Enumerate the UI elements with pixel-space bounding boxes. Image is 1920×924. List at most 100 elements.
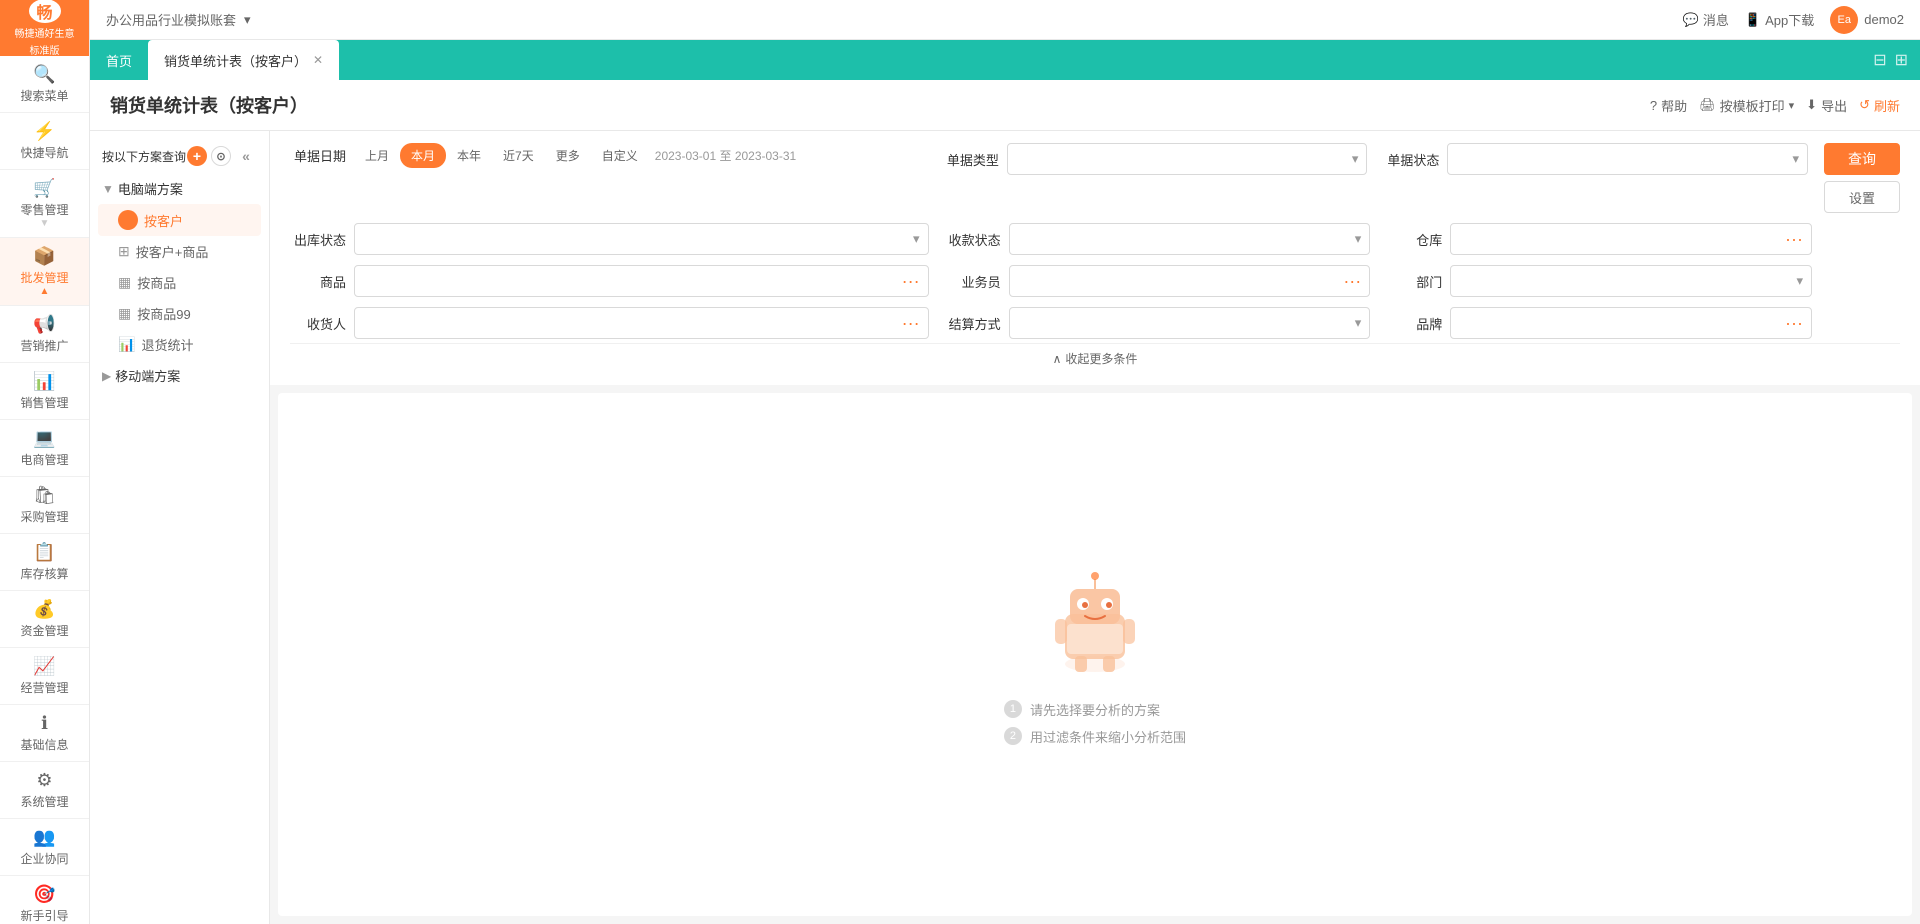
tab-minimize-btn[interactable]: ⊟ <box>1873 50 1886 70</box>
tab-home[interactable]: 首页 <box>90 40 148 80</box>
settings-btn[interactable]: 设置 <box>1824 181 1900 213</box>
left-panel-header: 按以下方案查询 + ⊙ « <box>90 139 269 173</box>
retail-expand-icon: ▼ <box>40 218 50 229</box>
sidebar-basic-label: 基础信息 <box>20 736 68 753</box>
goods-dots-btn[interactable]: ··· <box>902 271 920 292</box>
sidebar-ecom-label: 电商管理 <box>20 451 68 468</box>
collapse-panel-btn[interactable]: « <box>235 145 257 167</box>
collapse-arrow-icon: ∧ <box>1053 352 1062 366</box>
receiver-dots-btn[interactable]: ··· <box>902 313 920 334</box>
receiver-select[interactable]: ··· <box>354 307 929 339</box>
tree-item-goods[interactable]: ▦ 按商品 <box>98 267 261 298</box>
settlement-select[interactable]: ▾ <box>1009 307 1371 339</box>
tip-num-2: 2 <box>1004 727 1022 745</box>
sidebar-corp-label: 企业协同 <box>20 850 68 867</box>
tabbar: 首页 销货单统计表（按客户） ✕ ⊟ ⊞ <box>90 40 1920 80</box>
action-btns: 查询 设置 <box>1824 143 1900 213</box>
message-btn[interactable]: 💬 消息 <box>1683 10 1729 29</box>
date-btn-custom[interactable]: 自定义 <box>591 143 649 168</box>
user-profile-btn[interactable]: Ea demo2 <box>1830 6 1904 34</box>
tree-group-mobile-label[interactable]: ▶ 移动端方案 <box>98 360 261 391</box>
out-status-select[interactable]: ▾ <box>354 223 929 255</box>
sidebar-item-corp[interactable]: 👥 企业协同 <box>0 819 89 876</box>
warehouse-dots-btn[interactable]: ··· <box>1785 229 1803 250</box>
sidebar-item-ecom[interactable]: 💻 电商管理 <box>0 420 89 477</box>
topbar: 办公用品行业模拟账套 ▾ 💬 消息 📱 App下载 Ea demo2 <box>90 0 1920 40</box>
help-btn[interactable]: ? 帮助 <box>1650 96 1687 115</box>
sidebar-item-purchase[interactable]: 🛍 采购管理 <box>0 477 89 534</box>
add-scheme-btn[interactable]: + <box>187 146 207 166</box>
collapse-more-btn[interactable]: ∧ 收起更多条件 <box>290 343 1900 373</box>
app-download-label: App下载 <box>1765 10 1814 29</box>
tab-maximize-btn[interactable]: ⊞ <box>1895 50 1908 70</box>
sidebar-item-marketing[interactable]: 📢 营销推广 <box>0 306 89 363</box>
tab-sales-stats[interactable]: 销货单统计表（按客户） ✕ <box>148 40 339 80</box>
sidebar-item-operations[interactable]: 📈 经营管理 <box>0 648 89 705</box>
sidebar-item-newbie[interactable]: 🎯 新手引导 <box>0 876 89 924</box>
tree-item-customer-goods[interactable]: ⊞ 按客户+商品 <box>98 236 261 267</box>
sidebar-item-wholesale[interactable]: 📦 批发管理 ▲ <box>0 238 89 306</box>
sidebar-item-sales[interactable]: 📊 销售管理 <box>0 363 89 420</box>
sidebar-item-search[interactable]: 🔍 搜索菜单 <box>0 56 89 113</box>
type-select[interactable]: ▾ <box>1007 143 1368 175</box>
type-dropdown-icon: ▾ <box>1352 151 1359 167</box>
warehouse-select[interactable]: ··· <box>1450 223 1812 255</box>
date-btn-7days[interactable]: 近7天 <box>492 143 545 168</box>
ecom-icon: 💻 <box>33 428 55 449</box>
topbar-dropdown-btn[interactable]: ▾ <box>244 12 251 28</box>
tree-item-goods99[interactable]: ▦ 按商品99 <box>98 298 261 329</box>
settlement-dropdown-icon: ▾ <box>1355 315 1362 331</box>
left-panel: 按以下方案查询 + ⊙ « ▼ 电脑端方案 按客户 <box>90 131 270 924</box>
tree-item-returns-label: 退货统计 <box>141 335 193 354</box>
sidebar-quick-label: 快捷导航 <box>20 144 68 161</box>
app-download-btn[interactable]: 📱 App下载 <box>1745 10 1814 29</box>
tree-arrow-mobile-icon: ▶ <box>102 369 111 383</box>
sidebar-sales-label: 销售管理 <box>20 394 68 411</box>
export-btn[interactable]: ⬇ 导出 <box>1806 96 1847 115</box>
sidebar-item-quick-nav[interactable]: ⚡ 快捷导航 <box>0 113 89 170</box>
sidebar-item-system[interactable]: ⚙ 系统管理 <box>0 762 89 819</box>
finance-icon: 💰 <box>33 599 55 620</box>
print-label: 按模板打印 <box>1720 96 1785 115</box>
date-btn-this-month[interactable]: 本月 <box>400 143 446 168</box>
brand-dots-btn[interactable]: ··· <box>1785 313 1803 334</box>
sidebar-item-retail[interactable]: 🛒 零售管理 ▼ <box>0 170 89 238</box>
tree-item-returns[interactable]: 📊 退货统计 <box>98 329 261 360</box>
query-submit-btn[interactable]: 查询 <box>1824 143 1900 175</box>
search-icon: 🔍 <box>33 64 55 85</box>
sidebar-item-finance[interactable]: 💰 资金管理 <box>0 591 89 648</box>
sidebar-item-basic[interactable]: ℹ 基础信息 <box>0 705 89 762</box>
goods-select[interactable]: ··· <box>354 265 929 297</box>
pay-status-select[interactable]: ▾ <box>1009 223 1371 255</box>
sidebar-marketing-label: 营销推广 <box>20 337 68 354</box>
tree-group-desktop-label[interactable]: ▼ 电脑端方案 <box>98 173 261 204</box>
type-label: 单据类型 <box>943 150 999 169</box>
dept-select[interactable]: ▾ <box>1450 265 1812 297</box>
tab-close-btn[interactable]: ✕ <box>313 53 323 67</box>
edit-scheme-btn[interactable]: ⊙ <box>211 146 231 166</box>
status-select[interactable]: ▾ <box>1447 143 1808 175</box>
system-icon: ⚙ <box>36 770 52 791</box>
export-label: 导出 <box>1821 96 1847 115</box>
marketing-icon: 📢 <box>33 314 55 335</box>
sidebar-inventory-label: 库存核算 <box>20 565 68 582</box>
refresh-btn[interactable]: ↺ 刷新 <box>1859 96 1900 115</box>
tree-item-by-customer[interactable]: 按客户 <box>98 204 261 236</box>
brand-select[interactable]: ··· <box>1450 307 1812 339</box>
tab-home-label: 首页 <box>106 51 132 70</box>
refresh-label: 刷新 <box>1874 96 1900 115</box>
salesperson-dots-btn[interactable]: ··· <box>1343 271 1361 292</box>
salesperson-select[interactable]: ··· <box>1009 265 1371 297</box>
help-label: 帮助 <box>1661 96 1687 115</box>
date-btn-more[interactable]: 更多 <box>545 143 591 168</box>
tree-group-mobile: ▶ 移动端方案 <box>90 360 269 391</box>
date-btn-this-year[interactable]: 本年 <box>446 143 492 168</box>
salesperson-label: 业务员 <box>945 272 1001 291</box>
date-btn-last-month[interactable]: 上月 <box>354 143 400 168</box>
operations-icon: 📈 <box>33 656 55 677</box>
sidebar-item-inventory[interactable]: 📋 库存核算 <box>0 534 89 591</box>
export-icon: ⬇ <box>1806 97 1817 113</box>
print-btn[interactable]: 🖨 按模板打印 ▾ <box>1699 96 1794 115</box>
app-logo: 畅 畅捷通好生意 标准版 <box>0 0 90 56</box>
sidebar-system-label: 系统管理 <box>20 793 68 810</box>
